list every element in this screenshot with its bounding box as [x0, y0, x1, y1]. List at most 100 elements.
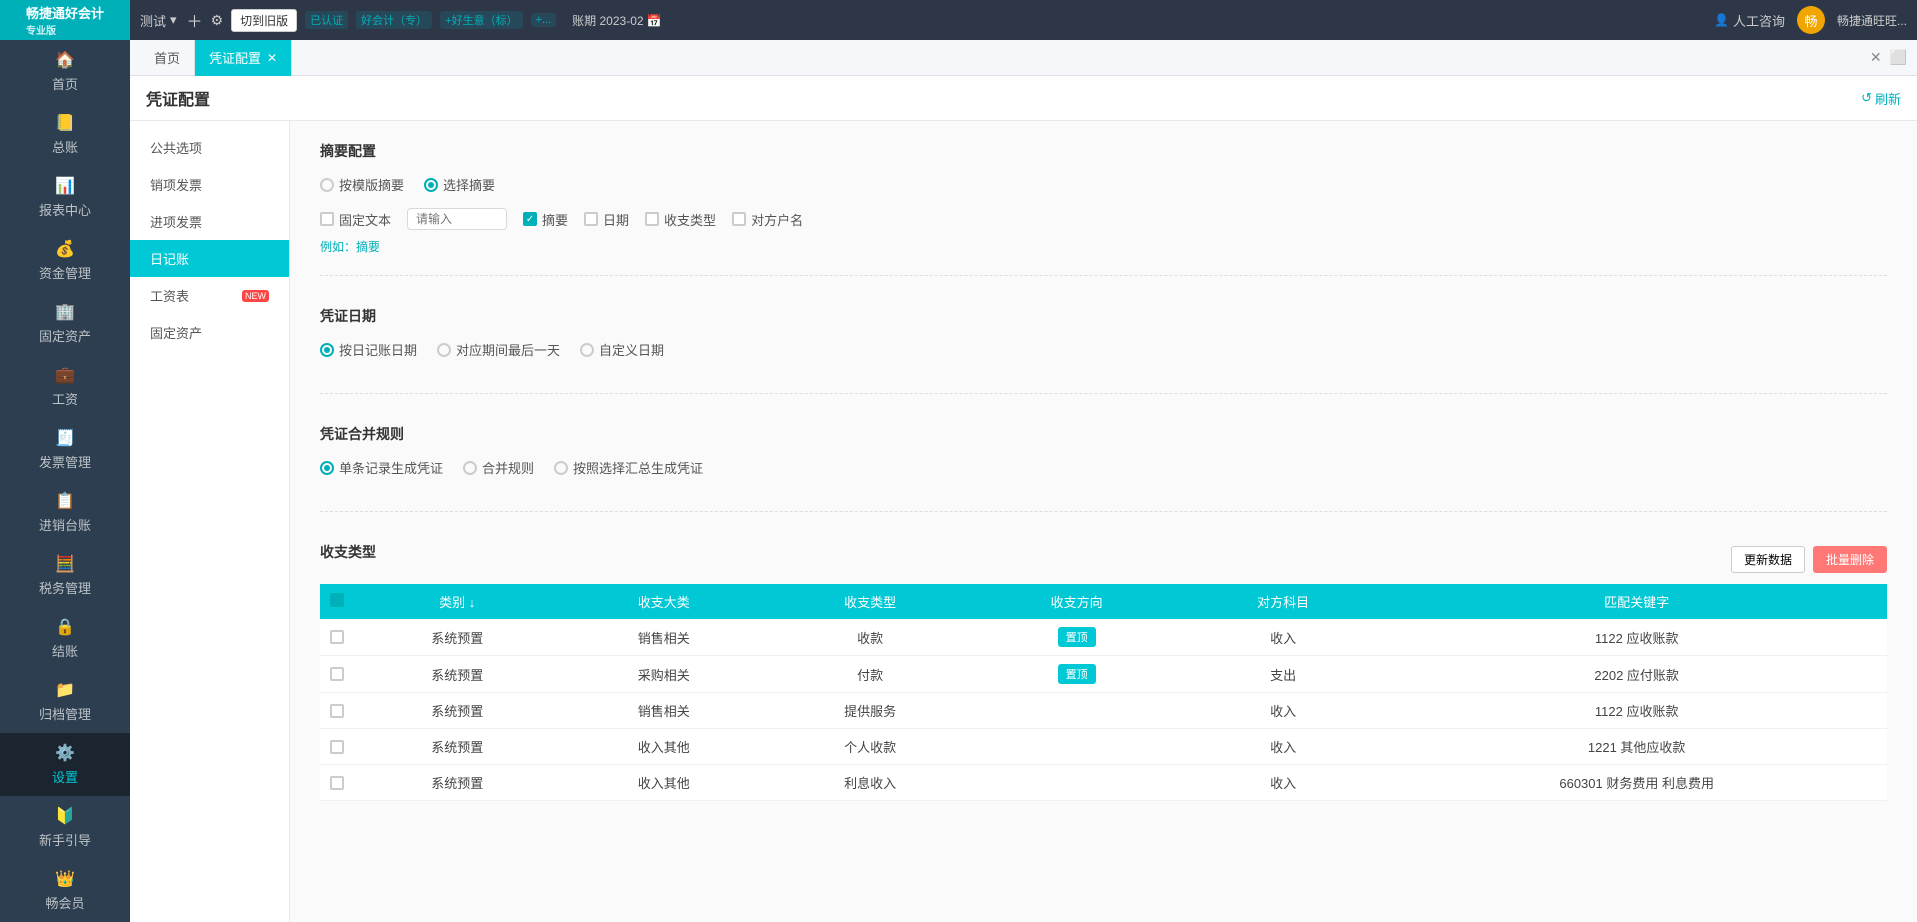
row-checkbox-box-3[interactable]	[330, 704, 344, 718]
row-checkbox-box-5[interactable]	[330, 776, 344, 790]
sidebar-label-tax: 税务管理	[39, 578, 91, 597]
row-type-2: 付款	[767, 656, 973, 693]
sidebar-item-invoices[interactable]: 🧾 发票管理	[0, 418, 130, 481]
header-type: 收支类型	[767, 584, 973, 619]
row-type-4: 个人收款	[767, 729, 973, 765]
merge-rules-section: 凭证合并规则 单条记录生成凭证 合并规则 按照选择汇总生成凭证	[320, 424, 1887, 512]
tab-home[interactable]: 首页	[140, 40, 195, 76]
ledger-icon: 📒	[55, 113, 75, 133]
voucher-date-section: 凭证日期 按日记账日期 对应期间最后一天 自定义日期	[320, 306, 1887, 394]
topbar-actions: ＋ ⚙ 切到旧版 已认证 好会计（专） +好生意（标） +... 账期 2023…	[187, 8, 662, 32]
header-checkbox[interactable]	[330, 593, 344, 607]
checkbox-date[interactable]: 日期	[584, 210, 629, 229]
new-badge: NEW	[242, 290, 269, 302]
checkbox-fixed-text-label: 固定文本	[339, 210, 391, 229]
tag-btn-1[interactable]: 置顶	[1058, 627, 1096, 647]
radio-merge-rule[interactable]: 合并规则	[463, 458, 534, 477]
left-nav-public[interactable]: 公共选项	[130, 129, 289, 166]
archive-icon: 📁	[55, 680, 75, 700]
config-area: 摘要配置 按模版摘要 选择摘要	[290, 121, 1917, 922]
tab-maximize-button[interactable]: ⬜	[1890, 49, 1907, 66]
sidebar-item-settle[interactable]: 🔒 结账	[0, 607, 130, 670]
checkbox-income-type-box	[645, 212, 659, 226]
radio-custom-date[interactable]: 自定义日期	[580, 340, 664, 359]
action-buttons: 更新数据 批量删除	[1731, 546, 1887, 573]
row-checkbox-box-2[interactable]	[330, 667, 344, 681]
sidebar-item-salary[interactable]: 💼 工资	[0, 355, 130, 418]
sidebar-item-home[interactable]: 🏠 首页	[0, 40, 130, 103]
sidebar-item-settings[interactable]: ⚙️ 设置	[0, 733, 130, 796]
tag-btn-2[interactable]: 置顶	[1058, 664, 1096, 684]
radio-select-circle	[424, 178, 438, 192]
row-checkbox-5[interactable]	[320, 765, 354, 801]
left-nav-purchase-invoice[interactable]: 进项发票	[130, 203, 289, 240]
sidebar-item-member[interactable]: 👑 畅会员	[0, 859, 130, 922]
tab-voucher-config[interactable]: 凭证配置 ✕	[195, 40, 292, 76]
row-checkbox-3[interactable]	[320, 693, 354, 729]
radio-single-record[interactable]: 单条记录生成凭证	[320, 458, 443, 477]
row-checkbox-box-4[interactable]	[330, 740, 344, 754]
radio-aggregate[interactable]: 按照选择汇总生成凭证	[554, 458, 703, 477]
table-row: 系统预置 收入其他 个人收款 收入 1221 其他应收款	[320, 729, 1887, 765]
checkbox-summary[interactable]: ✓ 摘要	[523, 210, 568, 229]
sidebar-item-guide[interactable]: 🔰 新手引导	[0, 796, 130, 859]
username-label: 畅捷通旺旺...	[1837, 12, 1907, 29]
left-nav-public-label: 公共选项	[150, 138, 202, 157]
sidebar-label-ledger: 总账	[52, 137, 78, 156]
left-nav: 公共选项 销项发票 进项发票 日记账 工资表 NEW 固定资产	[130, 121, 290, 922]
header-checkbox-cell[interactable]	[320, 584, 354, 619]
left-nav-journal[interactable]: 日记账	[130, 240, 289, 277]
row-checkbox-4[interactable]	[320, 729, 354, 765]
sidebar-item-funds[interactable]: 💰 资金管理	[0, 229, 130, 292]
page-header: 凭证配置 ↺ 刷新	[130, 76, 1917, 121]
inner-layout: 公共选项 销项发票 进项发票 日记账 工资表 NEW 固定资产	[130, 121, 1917, 922]
fixed-text-input[interactable]	[407, 208, 507, 230]
row-type-5: 利息收入	[767, 765, 973, 801]
sidebar-item-ledger[interactable]: 📒 总账	[0, 103, 130, 166]
add-icon[interactable]: ＋	[187, 8, 203, 32]
switch-version-button[interactable]: 切到旧版	[231, 9, 297, 32]
checkbox-fixed-text[interactable]: 固定文本	[320, 210, 391, 229]
sidebar-item-purchase-sales[interactable]: 📋 进销台账	[0, 481, 130, 544]
batch-delete-button[interactable]: 批量删除	[1813, 546, 1887, 573]
refresh-button[interactable]: ↺ 刷新	[1861, 89, 1901, 108]
radio-template-summary[interactable]: 按模版摘要	[320, 175, 404, 194]
sidebar-item-tax[interactable]: 🧮 税务管理	[0, 544, 130, 607]
row-checkbox-1[interactable]	[320, 619, 354, 656]
sidebar-label-settings: 设置	[52, 767, 78, 786]
radio-period-last-day[interactable]: 对应期间最后一天	[437, 340, 560, 359]
row-tag-3	[973, 693, 1179, 729]
topbar: 畅捷通好会计 专业版 测试 ▾ ＋ ⚙ 切到旧版 已认证 好会计（专） +好生意…	[0, 0, 1917, 40]
checkbox-income-type[interactable]: 收支类型	[645, 210, 716, 229]
haoshengyi-tag: +好生意（标）	[440, 11, 522, 29]
sidebar-label-salary: 工资	[52, 389, 78, 408]
left-nav-journal-label: 日记账	[150, 249, 189, 268]
radio-select-summary[interactable]: 选择摘要	[424, 175, 495, 194]
left-nav-fixed-assets[interactable]: 固定资产	[130, 314, 289, 351]
checkbox-counterparty[interactable]: 对方户名	[732, 210, 803, 229]
avatar[interactable]: 畅	[1797, 6, 1825, 34]
row-account-5: 660301 财务费用 利息费用	[1386, 765, 1887, 801]
left-nav-payroll[interactable]: 工资表 NEW	[130, 277, 289, 314]
sidebar-item-archive[interactable]: 📁 归档管理	[0, 670, 130, 733]
sidebar-item-reports[interactable]: 📊 报表中心	[0, 166, 130, 229]
logo: 畅捷通好会计 专业版	[0, 0, 130, 40]
header-category: 类别 ↓	[354, 584, 560, 619]
gear-icon[interactable]: ⚙	[211, 12, 224, 29]
row-major-type-1: 销售相关	[560, 619, 766, 656]
row-checkbox-2[interactable]	[320, 656, 354, 693]
checkbox-summary-label: 摘要	[542, 210, 568, 229]
consulting-btn[interactable]: 👤 人工咨询	[1714, 11, 1785, 30]
topbar-dropdown-icon[interactable]: ▾	[170, 12, 177, 28]
settings-icon: ⚙️	[55, 743, 75, 763]
tab-close-icon[interactable]: ✕	[267, 51, 277, 65]
left-nav-sales-invoice[interactable]: 销项发票	[130, 166, 289, 203]
tab-minimize-button[interactable]: ✕	[1870, 49, 1882, 66]
row-checkbox-box-1[interactable]	[330, 630, 344, 644]
tab-bar-right: ✕ ⬜	[1870, 49, 1907, 66]
haokuaiji-tag: 好会计（专）	[356, 11, 432, 29]
header-account: 对方科目	[1180, 584, 1386, 619]
radio-journal-date[interactable]: 按日记账日期	[320, 340, 417, 359]
update-data-button[interactable]: 更新数据	[1731, 546, 1805, 573]
sidebar-item-fixed-assets[interactable]: 🏢 固定资产	[0, 292, 130, 355]
